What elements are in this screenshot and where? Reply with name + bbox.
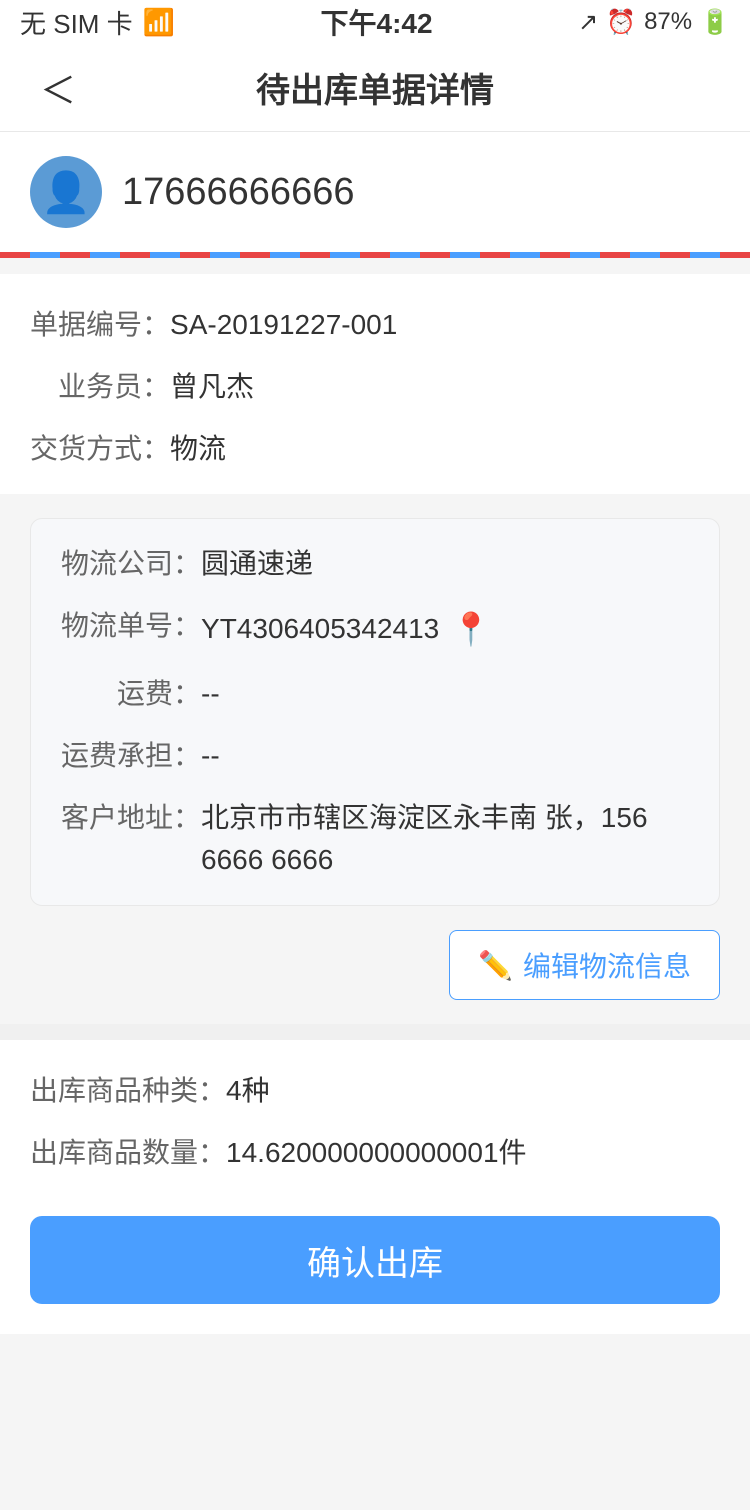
edit-icon: ✏️ <box>478 949 513 982</box>
salesperson-value: 曾凡杰 <box>170 366 720 408</box>
goods-types-value: 4种 <box>226 1070 720 1112</box>
goods-types-row: 出库商品种类： 4种 <box>30 1070 720 1112</box>
location-status-icon: ↗ <box>578 8 598 37</box>
battery-icon: 🔋 <box>700 8 730 37</box>
edit-btn-row: ✏️ 编辑物流信息 <box>0 930 750 1024</box>
battery-percent: 87% <box>644 8 692 36</box>
tracking-row: 物流单号： YT4306405342413 📍 <box>61 605 689 653</box>
order-info-section: 单据编号： SA-20191227-001 业务员： 曾凡杰 交货方式： 物流 <box>0 274 750 494</box>
freight-bearer-value: -- <box>201 735 689 777</box>
freight-bearer-label: 运费承担： <box>61 735 201 777</box>
address-row: 客户地址： 北京市市辖区海淀区永丰南 张，156 6666 6666 <box>61 797 689 881</box>
logistics-company-value: 圆通速递 <box>201 543 689 585</box>
delivery-row: 交货方式： 物流 <box>30 428 720 470</box>
freight-row: 运费： -- <box>61 673 689 715</box>
address-value: 北京市市辖区海淀区永丰南 张，156 6666 6666 <box>201 797 689 881</box>
status-time: 下午4:42 <box>321 2 433 42</box>
person-icon: 👤 <box>41 169 91 216</box>
goods-types-label: 出库商品种类： <box>30 1070 226 1112</box>
salesperson-label: 业务员： <box>30 366 170 408</box>
customer-phone: 17666666666 <box>122 171 354 214</box>
nav-bar: ＜ 待出库单据详情 <box>0 44 750 132</box>
goods-quantity-label: 出库商品数量： <box>30 1132 226 1174</box>
back-button[interactable]: ＜ <box>30 52 86 124</box>
goods-section: 出库商品种类： 4种 出库商品数量： 14.620000000000001件 <box>0 1040 750 1194</box>
edit-logistics-button[interactable]: ✏️ 编辑物流信息 <box>449 930 720 1000</box>
confirm-btn-wrap: 确认出库 <box>0 1200 750 1334</box>
order-number-label: 单据编号： <box>30 304 170 346</box>
goods-quantity-value: 14.620000000000001件 <box>226 1132 720 1174</box>
logistics-company-label: 物流公司： <box>61 543 201 585</box>
avatar: 👤 <box>30 156 102 228</box>
confirm-btn-label: 确认出库 <box>307 1236 443 1285</box>
edit-btn-label: 编辑物流信息 <box>523 945 691 985</box>
status-left: 无 SIM 卡 📶 <box>20 4 175 41</box>
delivery-value: 物流 <box>170 428 720 470</box>
confirm-outbound-button[interactable]: 确认出库 <box>30 1216 720 1304</box>
salesperson-row: 业务员： 曾凡杰 <box>30 366 720 408</box>
order-number-row: 单据编号： SA-20191227-001 <box>30 304 720 346</box>
section-separator <box>0 1024 750 1040</box>
tracking-number: YT4306405342413 <box>201 608 439 650</box>
tracking-value-row: YT4306405342413 📍 <box>201 605 689 653</box>
tracking-location-icon[interactable]: 📍 <box>451 605 491 653</box>
freight-value: -- <box>201 673 689 715</box>
tracking-label: 物流单号： <box>61 605 201 647</box>
alarm-icon: ⏰ <box>606 8 636 37</box>
bottom-spacer <box>0 1310 750 1510</box>
freight-label: 运费： <box>61 673 201 715</box>
freight-bearer-row: 运费承担： -- <box>61 735 689 777</box>
address-label: 客户地址： <box>61 797 201 839</box>
dashed-divider <box>0 252 750 258</box>
logistics-company-row: 物流公司： 圆通速递 <box>61 543 689 585</box>
sim-label: 无 SIM 卡 <box>20 4 133 41</box>
status-bar: 无 SIM 卡 📶 下午4:42 ↗ ⏰ 87% 🔋 <box>0 0 750 44</box>
logistics-card: 物流公司： 圆通速递 物流单号： YT4306405342413 📍 运费： -… <box>30 518 720 906</box>
customer-header: 👤 17666666666 <box>0 132 750 252</box>
status-right: ↗ ⏰ 87% 🔋 <box>578 8 730 37</box>
wifi-icon: 📶 <box>143 7 175 38</box>
order-number-value: SA-20191227-001 <box>170 304 720 346</box>
goods-quantity-row: 出库商品数量： 14.620000000000001件 <box>30 1132 720 1174</box>
page-title: 待出库单据详情 <box>256 63 494 112</box>
delivery-label: 交货方式： <box>30 428 170 470</box>
